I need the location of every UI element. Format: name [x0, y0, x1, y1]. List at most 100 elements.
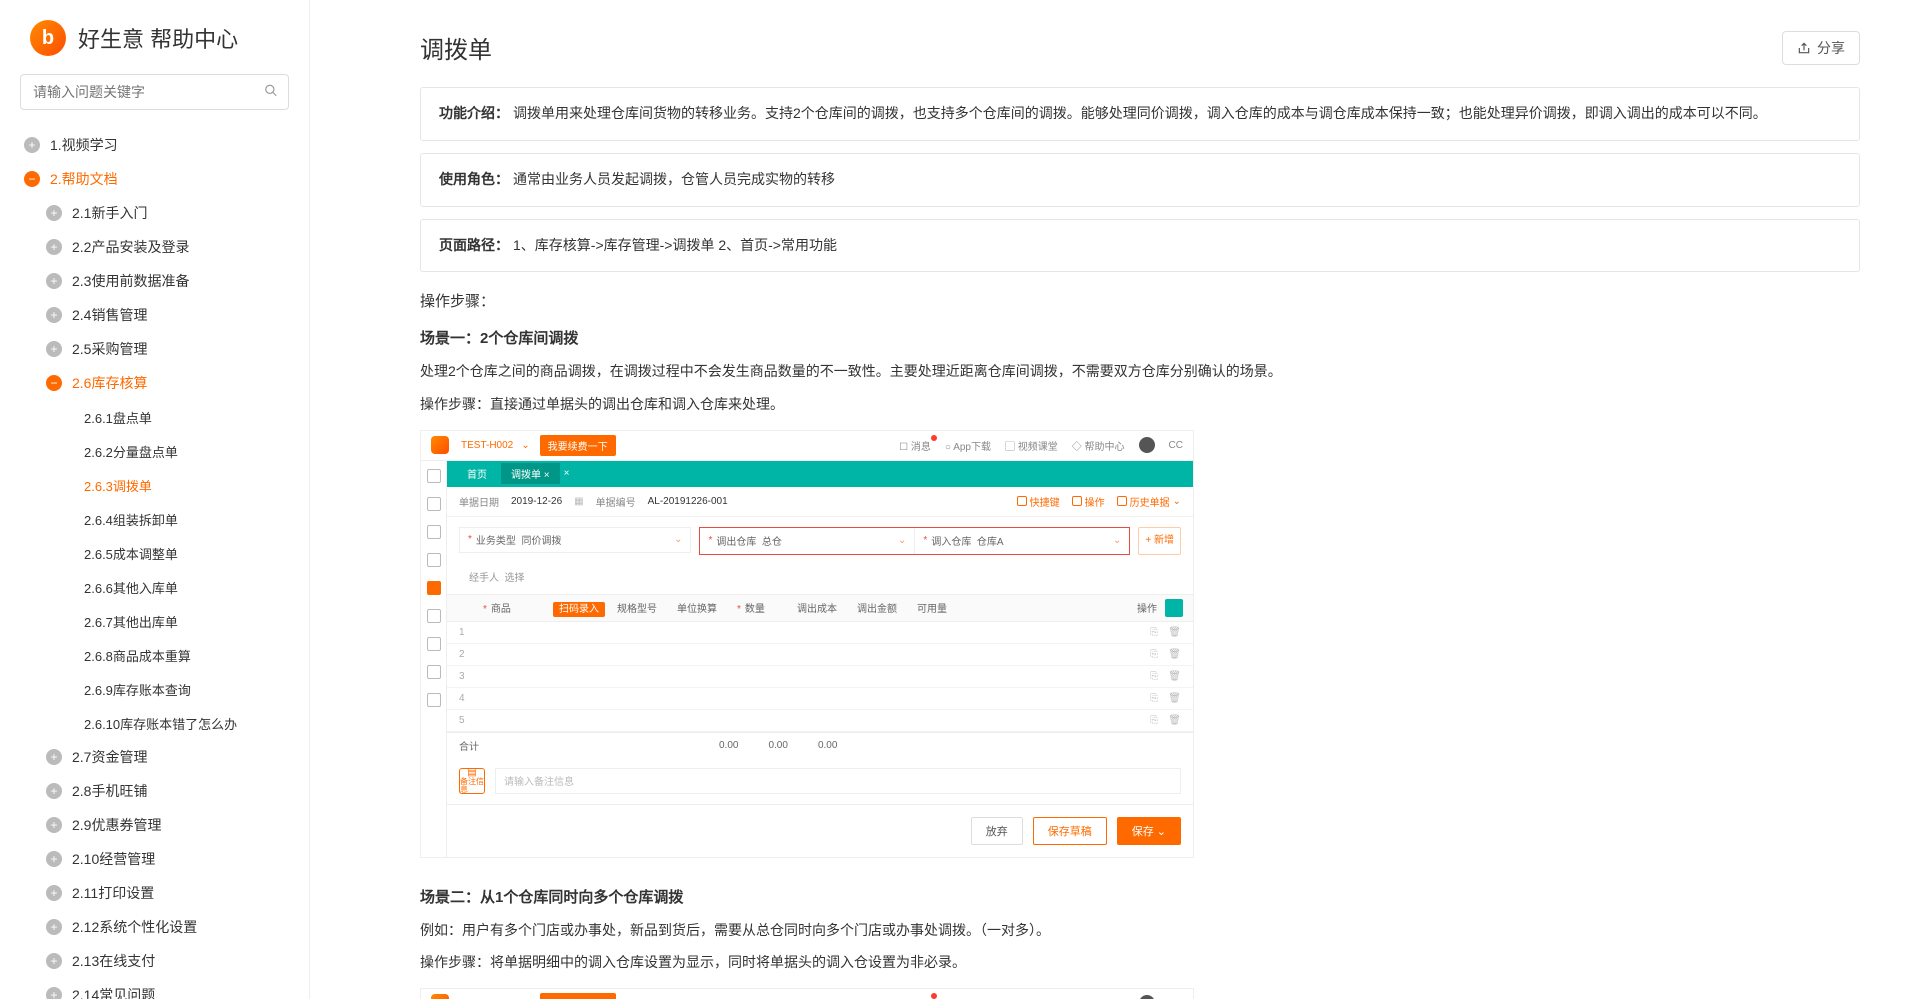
- app-root: b 好生意 帮助中心 1.视频学习 2.帮助文档 2.1新手入门 2.2产品安装…: [0, 0, 1920, 999]
- share-button[interactable]: 分享: [1782, 31, 1860, 65]
- scene1-title: 场景一：2个仓库间调拨: [420, 327, 1860, 348]
- scene2-steps: 操作步骤：将单据明细中的调入仓库设置为显示，同时将单据头的调入仓设置为非必录。: [420, 949, 1860, 976]
- mock-grid-row: 1⎘🗑: [447, 622, 1193, 644]
- mock-side-icon: [427, 637, 441, 651]
- path-box: 页面路径：1、库存核算->库存管理->调拨单 2、首页->常用功能: [420, 219, 1860, 273]
- mock-draft-button: 保存草稿: [1033, 817, 1107, 845]
- clock-icon: [1117, 496, 1127, 506]
- calendar-icon: ▦: [574, 496, 583, 507]
- mock-top-right: ☐ 消息 ○ App下载 ▢ 视频课堂 ◇ 帮助中心 CC: [899, 437, 1183, 453]
- mock-footer: 放弃 保存草稿 保存 ⌄: [447, 804, 1193, 857]
- nav-2-5[interactable]: 2.5采购管理: [16, 332, 309, 366]
- nav-2-11[interactable]: 2.11打印设置: [16, 876, 309, 910]
- page-header: 调拨单 分享: [420, 30, 1860, 65]
- search-wrap: [0, 74, 309, 128]
- mock-note-icon: ▤备注信息: [459, 768, 485, 794]
- mock-tabs: 首页 调拨单 × ×: [447, 461, 1193, 487]
- mock-msg-link: ☐ 消息: [899, 438, 931, 453]
- brand-logo-icon: b: [30, 20, 66, 56]
- nav-2-4[interactable]: 2.4销售管理: [16, 298, 309, 332]
- mock-required-row: *业务类型 同价调拨⌄ *调出仓库 总仓⌄ *调入仓库 仓库A⌄ + 新增: [447, 517, 1193, 565]
- nav-2-9[interactable]: 2.9优惠券管理: [16, 808, 309, 842]
- role-text: 通常由业务人员发起调拨，仓管人员完成实物的转移: [513, 171, 835, 187]
- nav-videos[interactable]: 1.视频学习: [16, 128, 309, 162]
- mock-help-link: ◇ 帮助中心: [1072, 438, 1125, 453]
- mock-content: 首页 调拨单 × × 单据日期 2019-12-26 ▦ 单据编号 AL-201…: [447, 461, 1193, 857]
- mock-discard-button: 放弃: [971, 817, 1023, 845]
- nav-2-8[interactable]: 2.8手机旺铺: [16, 774, 309, 808]
- expand-icon: [46, 953, 62, 969]
- nav-2-6-1[interactable]: 2.6.1盘点单: [16, 400, 309, 434]
- expand-icon: [46, 307, 62, 323]
- nav-2-6-5[interactable]: 2.6.5成本调整单: [16, 536, 309, 570]
- main-content: 调拨单 分享 功能介绍：调拨单用来处理仓库间货物的转移业务。支持2个仓库间的调拨…: [310, 0, 1920, 999]
- search-input[interactable]: [21, 75, 288, 109]
- nav-2-2[interactable]: 2.2产品安装及登录: [16, 230, 309, 264]
- chevron-down-icon: ⌄: [521, 440, 529, 451]
- nav-2-1[interactable]: 2.1新手入门: [16, 196, 309, 230]
- collapse-icon: [46, 375, 62, 391]
- mock-top-right: ☐ 消息 ○ App下载 ▢ 视频课堂 ◇ 帮助中心 CC: [899, 995, 1183, 999]
- nav-2-13[interactable]: 2.13在线支付: [16, 944, 309, 978]
- expand-icon: [46, 851, 62, 867]
- nav-tree: 1.视频学习 2.帮助文档 2.1新手入门 2.2产品安装及登录 2.3使用前数…: [0, 128, 309, 999]
- scene1-steps: 操作步骤：直接通过单据头的调出仓库和调入仓库来处理。: [420, 391, 1860, 418]
- mock-avatar-icon: [1139, 437, 1155, 453]
- expand-icon: [46, 239, 62, 255]
- share-icon: [1797, 41, 1811, 55]
- nav-2-6-7[interactable]: 2.6.7其他出库单: [16, 604, 309, 638]
- nav-2-6-8[interactable]: 2.6.8商品成本重算: [16, 638, 309, 672]
- nav-2-6-3[interactable]: 2.6.3调拨单: [16, 468, 309, 502]
- steps-heading: 操作步骤：: [420, 290, 1860, 311]
- mock-avatar-icon: [1139, 995, 1155, 999]
- mock-topbar: TEST-H002 ⌄ 我要续费一下 ☐ 消息 ○ App下载 ▢ 视频课堂 ◇…: [421, 989, 1193, 999]
- sidebar: b 好生意 帮助中心 1.视频学习 2.帮助文档 2.1新手入门 2.2产品安装…: [0, 0, 310, 999]
- mock-tab-home: 首页: [457, 463, 497, 484]
- role-box: 使用角色：通常由业务人员发起调拨，仓管人员完成实物的转移: [420, 153, 1860, 207]
- mock-grid-header: *商品 扫码录入 规格型号 单位换算 *数量 调出成本 调出金额 可用量 操作: [447, 594, 1193, 622]
- page-title: 调拨单: [420, 30, 492, 65]
- mock-app-link: ○ App下载: [945, 438, 991, 453]
- nav-2-14[interactable]: 2.14常见问题: [16, 978, 309, 999]
- mock-quick-link: 快捷键: [1017, 494, 1060, 509]
- mock-maker-row: 经手人 选择: [447, 565, 1193, 594]
- nav-2-12[interactable]: 2.12系统个性化设置: [16, 910, 309, 944]
- mock-header-actions: 快捷键 操作 历史单据 ⌄: [1017, 494, 1181, 509]
- role-label: 使用角色：: [439, 171, 509, 187]
- mock-renew-button: 我要续费一下: [540, 993, 616, 999]
- search-icon[interactable]: [264, 84, 278, 101]
- mock-grid-row: 4⎘🗑: [447, 688, 1193, 710]
- nav-2-6-9[interactable]: 2.6.9库存账本查询: [16, 672, 309, 706]
- mock-header-row: 单据日期 2019-12-26 ▦ 单据编号 AL-20191226-001 快…: [447, 487, 1193, 517]
- nav-2-10[interactable]: 2.10经营管理: [16, 842, 309, 876]
- nav-help-docs[interactable]: 2.帮助文档: [16, 162, 309, 196]
- intro-box: 功能介绍：调拨单用来处理仓库间货物的转移业务。支持2个仓库间的调拨，也支持多个仓…: [420, 87, 1860, 141]
- mock-grid-row: 5⎘🗑: [447, 710, 1193, 732]
- mock-in-field: *调入仓库 仓库A⌄: [915, 528, 1129, 554]
- mock-side-icon: [427, 469, 441, 483]
- nav-2-7[interactable]: 2.7资金管理: [16, 740, 309, 774]
- mock-no-label: 单据编号: [596, 494, 636, 509]
- mock-th-code: 扫码录入: [553, 602, 605, 617]
- nav-2-6-2[interactable]: 2.6.2分量盘点单: [16, 434, 309, 468]
- expand-icon: [1165, 599, 1183, 617]
- nav-2-6-4[interactable]: 2.6.4组装拆卸单: [16, 502, 309, 536]
- mock-save-button: 保存 ⌄: [1117, 817, 1181, 845]
- mock-tab-doc: 调拨单 ×: [501, 463, 560, 484]
- nav-2-3[interactable]: 2.3使用前数据准备: [16, 264, 309, 298]
- mock-biztype-field: *业务类型 同价调拨⌄: [459, 527, 691, 553]
- mock-side-icon: [427, 497, 441, 511]
- mock-tenant-select: TEST-H002: [461, 440, 513, 451]
- mock-date-label: 单据日期: [459, 494, 499, 509]
- mock-side-icon: [427, 525, 441, 539]
- mock-ops-link: 操作: [1072, 494, 1105, 509]
- gear-icon: [1072, 496, 1082, 506]
- nav-2-6[interactable]: 2.6库存核算: [16, 366, 309, 400]
- nav-2-6-6[interactable]: 2.6.6其他入库单: [16, 570, 309, 604]
- mock-username: CC: [1169, 440, 1183, 451]
- mock-add-button: + 新增: [1138, 527, 1181, 555]
- mock-body: 首页 调拨单 × × 单据日期 2019-12-26 ▦ 单据编号 AL-201…: [421, 461, 1193, 857]
- nav-2-6-10[interactable]: 2.6.10库存账本错了怎么办: [16, 706, 309, 740]
- search-box: [20, 74, 289, 110]
- brand-title: 好生意 帮助中心: [78, 22, 238, 54]
